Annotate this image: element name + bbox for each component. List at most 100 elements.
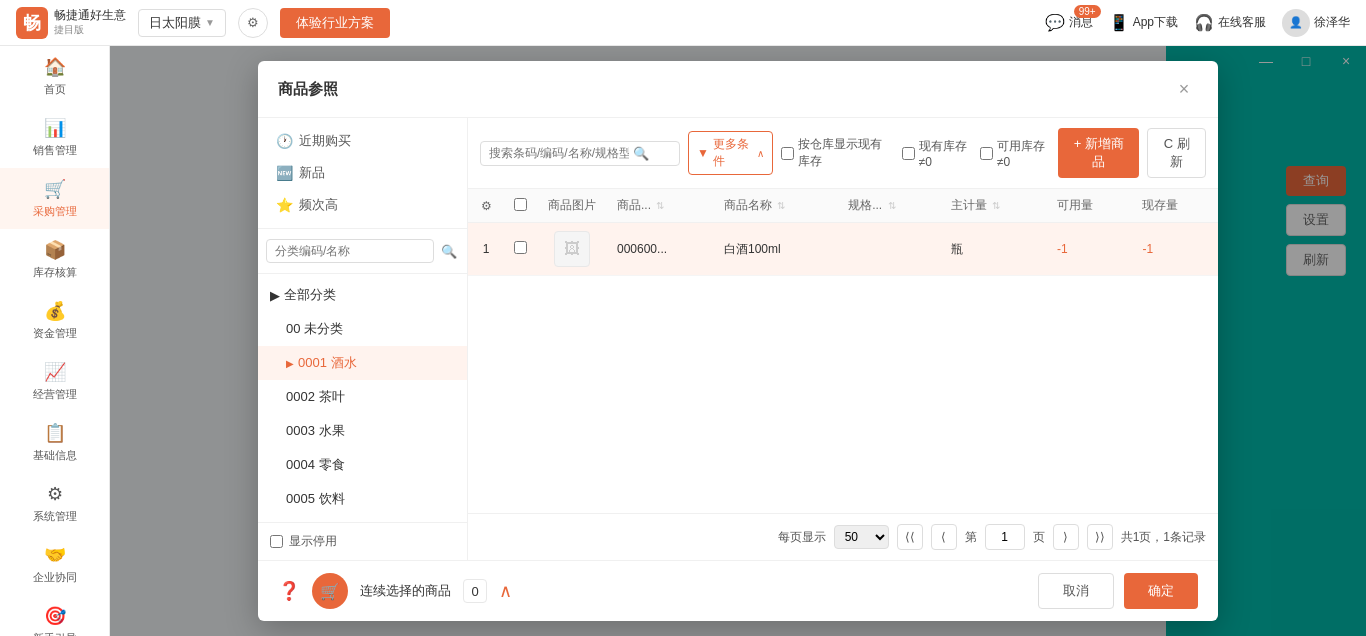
col-gear-header: ⚙ — [468, 189, 504, 223]
trial-button[interactable]: 体验行业方案 — [280, 8, 390, 38]
service-btn[interactable]: 🎧 在线客服 — [1194, 13, 1266, 32]
warehouse-stock-label: 按仓库显示现有库存 — [798, 136, 893, 170]
category-search-input[interactable] — [266, 239, 434, 263]
sidebar-item-system[interactable]: ⚙ 系统管理 — [0, 473, 109, 534]
cat-unclassified-label: 00 未分类 — [286, 320, 343, 338]
col-spec-header: 规格... ⇅ — [838, 189, 941, 223]
tab-frequent[interactable]: ⭐ 频次高 — [266, 190, 459, 220]
sidebar-label-finance: 资金管理 — [33, 326, 77, 341]
row-available: -1 — [1057, 242, 1068, 256]
modal-overlay: 商品参照 × « 🕐 近期购买 🆕 — [110, 46, 1366, 636]
row-image-cell: 🖼 — [537, 223, 607, 276]
search-icon[interactable]: 🔍 — [633, 146, 649, 161]
cat-beverage[interactable]: 0005 饮料 — [258, 482, 467, 516]
col-name-label: 商品名称 — [724, 198, 772, 212]
refresh-button[interactable]: C 刷新 — [1147, 128, 1206, 178]
collapse-up-btn[interactable]: ∧ — [499, 580, 512, 602]
sidebar-item-finance[interactable]: 💰 资金管理 — [0, 290, 109, 351]
modal-close-button[interactable]: × — [1170, 75, 1198, 103]
gear-icon[interactable]: ⚙ — [481, 199, 492, 213]
current-stock-label: 现有库存≠0 — [919, 138, 972, 169]
sidebar-item-operation[interactable]: 📈 经营管理 — [0, 351, 109, 412]
last-page-btn[interactable]: ⟩⟩ — [1087, 524, 1113, 550]
filter-button[interactable]: ▼ 更多条件 ∧ — [688, 131, 773, 175]
settings-icon[interactable]: ⚙ — [238, 8, 268, 38]
tab-recent-purchase[interactable]: 🕐 近期购买 — [266, 126, 459, 156]
sort-icon-name: ⇅ — [777, 200, 785, 211]
selector-arrow: ▼ — [205, 17, 215, 28]
system-icon: ⚙ — [47, 483, 63, 505]
category-list: ▶ 全部分类 00 未分类 ▶ 0001 酒水 — [258, 274, 467, 522]
show-disabled-checkbox[interactable] — [270, 535, 283, 548]
cancel-button[interactable]: 取消 — [1038, 573, 1114, 609]
filter-arrow: ∧ — [757, 148, 764, 159]
topbar-right: 💬 消息 99+ 📱 App下载 🎧 在线客服 👤 徐泽华 — [1045, 9, 1350, 37]
total-label: 共1页，1条记录 — [1121, 529, 1206, 546]
cat-snack[interactable]: 0004 零食 — [258, 448, 467, 482]
confirm-button[interactable]: 确定 — [1124, 573, 1198, 609]
avatar: 👤 — [1282, 9, 1310, 37]
first-page-btn[interactable]: ⟨⟨ — [897, 524, 923, 550]
pagination-bar: 每页显示 50 20 100 ⟨⟨ ⟨ 第 页 ⟩ — [468, 513, 1218, 560]
sidebar-item-home[interactable]: 🏠 首页 — [0, 46, 109, 107]
add-product-button[interactable]: + 新增商品 — [1058, 128, 1139, 178]
page-number-input[interactable] — [985, 524, 1025, 550]
col-unit-header: 主计量 ⇅ — [941, 189, 1047, 223]
message-btn[interactable]: 💬 消息 99+ — [1045, 13, 1093, 32]
sidebar-item-basic[interactable]: 📋 基础信息 — [0, 412, 109, 473]
sidebar-item-sales[interactable]: 📊 销售管理 — [0, 107, 109, 168]
search-wrap: 🔍 — [480, 141, 680, 166]
sidebar-label-enterprise: 企业协同 — [33, 570, 77, 585]
per-page-select[interactable]: 50 20 100 — [834, 525, 889, 549]
sidebar-item-purchase[interactable]: 🛒 采购管理 — [0, 168, 109, 229]
row-name: 白酒100ml — [724, 242, 781, 256]
row-stock-cell: -1 — [1132, 223, 1218, 276]
tab-new-products[interactable]: 🆕 新品 — [266, 158, 459, 188]
logo-text: 畅捷通好生意 — [54, 8, 126, 24]
warehouse-stock-checkbox[interactable] — [781, 147, 794, 160]
next-page-btn[interactable]: ⟩ — [1053, 524, 1079, 550]
layout: 🏠 首页 📊 销售管理 🛒 采购管理 📦 库存核算 💰 资金管理 📈 经营管理 … — [0, 46, 1366, 636]
warehouse-stock-filter[interactable]: 按仓库显示现有库存 — [781, 136, 893, 170]
sort-icon-spec: ⇅ — [888, 200, 896, 211]
col-code-header: 商品... ⇅ — [607, 189, 714, 223]
available-stock-filter[interactable]: 可用库存≠0 — [980, 138, 1050, 169]
select-all-checkbox[interactable] — [514, 198, 527, 211]
finance-icon: 💰 — [44, 300, 66, 322]
cat-liquor[interactable]: ▶ 0001 酒水 — [258, 346, 467, 380]
logo-icon: 畅 — [16, 7, 48, 39]
show-disabled-label[interactable]: 显示停用 — [289, 533, 337, 550]
sidebar-item-inventory[interactable]: 📦 库存核算 — [0, 229, 109, 290]
user-name: 徐泽华 — [1314, 14, 1350, 31]
col-image-header: 商品图片 — [537, 189, 607, 223]
topbar: 畅 畅捷通好生意 捷目版 日太阳膜 ▼ ⚙ 体验行业方案 💬 消息 99+ 📱 … — [0, 0, 1366, 46]
sidebar-item-enterprise[interactable]: 🤝 企业协同 — [0, 534, 109, 595]
user-profile[interactable]: 👤 徐泽华 — [1282, 9, 1350, 37]
sidebar-item-guide[interactable]: 🎯 新手引导 — [0, 595, 109, 636]
cat-tea[interactable]: 0002 茶叶 — [258, 380, 467, 414]
current-stock-filter[interactable]: 现有库存≠0 — [902, 138, 972, 169]
category-search-btn[interactable]: 🔍 — [438, 237, 459, 265]
store-selector[interactable]: 日太阳膜 ▼ — [138, 9, 226, 37]
cat-fruit-label: 0003 水果 — [286, 422, 345, 440]
product-search-input[interactable] — [489, 146, 629, 160]
table-row[interactable]: 1 🖼 00 — [468, 223, 1218, 276]
row-checkbox[interactable] — [514, 241, 527, 254]
help-icon[interactable]: ❓ — [278, 580, 300, 602]
prev-page-btn[interactable]: ⟨ — [931, 524, 957, 550]
guide-icon: 🎯 — [44, 605, 66, 627]
cat-unclassified[interactable]: 00 未分类 — [258, 312, 467, 346]
sort-icon-code: ⇅ — [656, 200, 664, 211]
col-code-label: 商品... — [617, 198, 651, 212]
available-stock-checkbox[interactable] — [980, 147, 993, 160]
cat-all[interactable]: ▶ 全部分类 — [258, 278, 467, 312]
cat-fruit[interactable]: 0003 水果 — [258, 414, 467, 448]
category-search-area: 🔍 — [258, 229, 467, 274]
cart-button[interactable]: 🛒 — [312, 573, 348, 609]
current-stock-checkbox[interactable] — [902, 147, 915, 160]
row-code-cell: 000600... — [607, 223, 714, 276]
enterprise-icon: 🤝 — [44, 544, 66, 566]
app-download-btn[interactable]: 📱 App下载 — [1109, 13, 1178, 32]
filter-icon: ▼ — [697, 146, 709, 160]
product-image: 🖼 — [554, 231, 590, 267]
